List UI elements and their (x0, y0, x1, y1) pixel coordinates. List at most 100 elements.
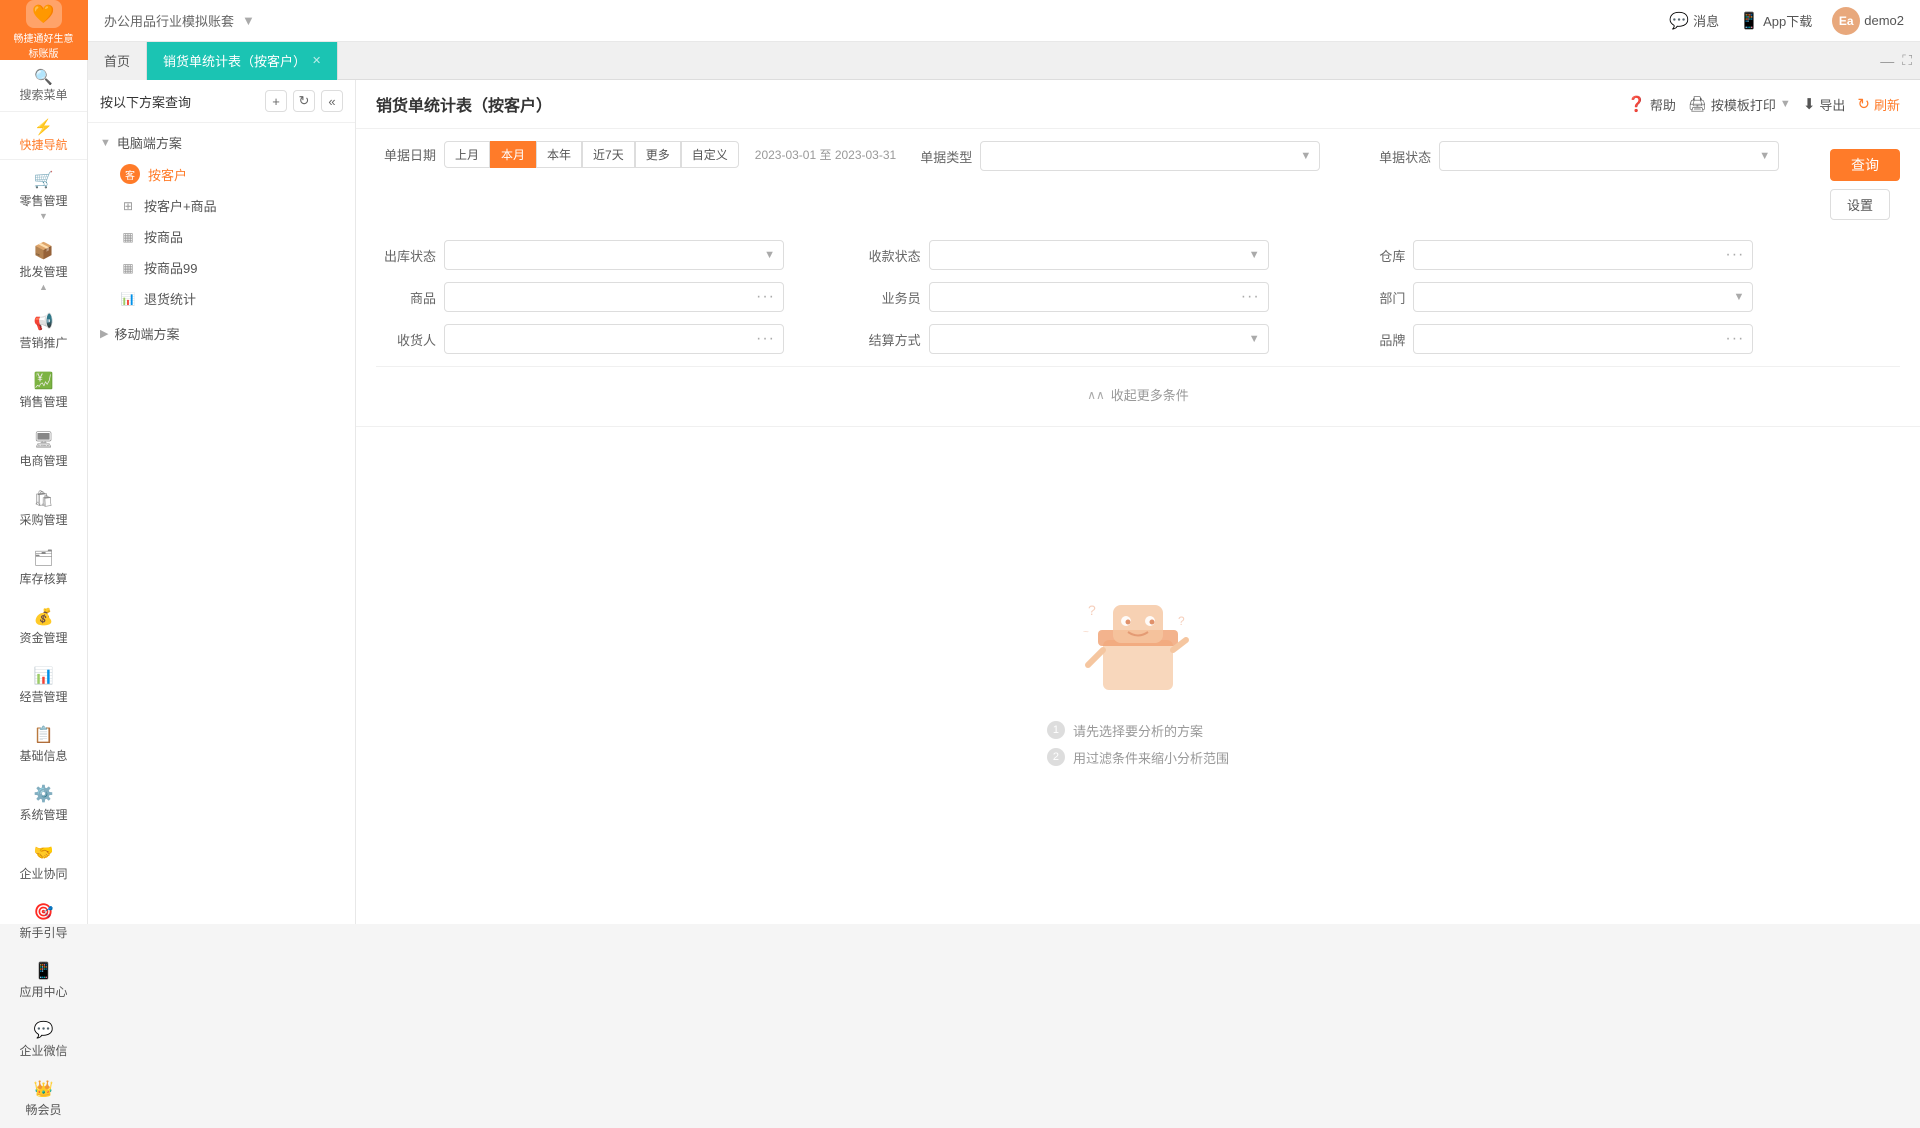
receiver-select[interactable]: ··· (444, 324, 784, 354)
scheme-item-return-stat[interactable]: 📊 退货统计 (88, 283, 355, 314)
sidebar-item-weixin[interactable]: 💬 企业微信 (0, 1010, 87, 1069)
scheme-item-by-customer-label: 按客户 (148, 165, 187, 184)
marketing-icon: 📢 (34, 312, 54, 332)
scheme-table-icon: ▦ (120, 229, 136, 245)
sidebar-item-label-collab: 企业协同 (19, 865, 67, 882)
page-title: 销货单统计表（按客户） (376, 92, 552, 116)
product-select[interactable]: ··· (444, 282, 784, 312)
salesperson-select[interactable]: ··· (929, 282, 1269, 312)
tab-home[interactable]: 首页 (88, 42, 147, 80)
sidebar-item-newbie[interactable]: 🎯 新手引导 (0, 892, 87, 951)
app-download-btn[interactable]: 📱 App下载 (1739, 11, 1812, 31)
tab-close-icon[interactable]: ✕ (312, 54, 321, 67)
tip-num-2: 2 (1047, 748, 1065, 766)
sidebar-item-ecommerce[interactable]: 🖥 电商管理 (0, 420, 87, 479)
add-scheme-btn[interactable]: + (265, 90, 287, 112)
empty-state: ? ? ~ 1 请先选择要分析的方案 2 用过滤条件来缩小分析范围 (356, 427, 1920, 924)
out-status-select[interactable]: ▼ (444, 240, 784, 270)
topbar-dropdown-icon[interactable]: ▼ (242, 13, 255, 28)
export-btn[interactable]: ⬇ 导出 (1803, 95, 1846, 114)
svg-text:~: ~ (1083, 627, 1089, 638)
product-label: 商品 (376, 288, 436, 307)
settings-button[interactable]: 设置 (1830, 189, 1890, 220)
warehouse-select[interactable]: ··· (1413, 240, 1753, 270)
doc-type-select[interactable]: ▼ (980, 141, 1320, 171)
scheme-group-desktop-header[interactable]: ▼ 电脑端方案 (88, 127, 355, 158)
sidebar-item-operations[interactable]: 📊 经营管理 (0, 656, 87, 715)
sidebar-item-retail[interactable]: 🛒 零售管理 ▼ (0, 160, 87, 231)
sidebar-item-marketing[interactable]: 📢 营销推广 (0, 302, 87, 361)
app-subtitle: 标账版 (29, 45, 59, 60)
sidebar-item-finance[interactable]: 💰 资金管理 (0, 597, 87, 656)
sidebar-nav-label: 快捷导航 (0, 136, 87, 153)
salesperson-label: 业务员 (861, 288, 921, 307)
weixin-icon: 💬 (34, 1020, 54, 1040)
query-button[interactable]: 查询 (1830, 149, 1900, 181)
sidebar-item-system[interactable]: ⚙️ 系统管理 (0, 774, 87, 833)
user-menu[interactable]: Ea demo2 (1832, 7, 1904, 35)
collapse-label: 收起更多条件 (1111, 385, 1189, 404)
date-btn-last-month[interactable]: 上月 (444, 141, 490, 168)
sidebar-item-inventory[interactable]: 🗂 库存核算 (0, 538, 87, 597)
finance-icon: 💰 (34, 607, 54, 627)
sidebar-item-label-basicinfo: 基础信息 (19, 747, 67, 764)
sidebar-item-appcenter[interactable]: 📱 应用中心 (0, 951, 87, 1010)
receipt-status-select[interactable]: ▼ (929, 240, 1269, 270)
department-select[interactable]: ▼ (1413, 282, 1753, 312)
tip-text-1: 请先选择要分析的方案 (1073, 721, 1203, 740)
doc-status-select[interactable]: ▼ (1439, 141, 1779, 171)
brand-select[interactable]: ··· (1413, 324, 1753, 354)
date-btn-this-year[interactable]: 本年 (536, 141, 582, 168)
message-btn[interactable]: 💬 消息 (1669, 11, 1719, 31)
tab-sales-stat[interactable]: 销货单统计表（按客户） ✕ (147, 42, 338, 80)
left-panel-actions: + ↻ « (265, 90, 343, 112)
refresh-scheme-btn[interactable]: ↻ (293, 90, 315, 112)
sidebar-search[interactable]: 🔍 搜索菜单 (0, 60, 87, 112)
out-status-label: 出库状态 (376, 246, 436, 265)
inventory-icon: 🗂 (33, 548, 53, 568)
sidebar-item-basicinfo[interactable]: 📋 基础信息 (0, 715, 87, 774)
sidebar-nav[interactable]: ⚡ 快捷导航 (0, 112, 87, 160)
mobile-scheme-label: 移动端方案 (114, 324, 179, 343)
scheme-item-return-stat-label: 退货统计 (144, 289, 196, 308)
template-print-btn[interactable]: 🖨 按模板打印 ▼ (1688, 95, 1791, 114)
query-settings-buttons: 查询 设置 (1830, 141, 1900, 228)
sidebar-search-label: 搜索菜单 (0, 86, 87, 103)
sidebar-item-member[interactable]: 👑 畅会员 (0, 1069, 87, 1128)
date-btn-custom[interactable]: 自定义 (681, 141, 739, 168)
scheme-item-by-customer[interactable]: 客 按客户 (88, 158, 355, 190)
department-label: 部门 (1345, 288, 1405, 307)
add-icon: + (272, 94, 280, 109)
settlement-select[interactable]: ▼ (929, 324, 1269, 354)
sidebar-item-label-operations: 经营管理 (19, 688, 67, 705)
scheme-group-desktop-label: 电脑端方案 (117, 133, 182, 152)
receiver-dots: ··· (756, 330, 775, 348)
scheme-item-by-product[interactable]: ▦ 按商品 (88, 221, 355, 252)
tab-minimize-icon[interactable]: — (1880, 53, 1894, 69)
filter-row-3: 商品 ··· 业务员 ··· 部门 (376, 282, 1900, 312)
scheme-item-by-customer-product-label: 按客户+商品 (144, 196, 217, 215)
left-panel: 按以下方案查询 + ↻ « ▼ 电脑端方案 (88, 80, 356, 924)
print-dropdown-icon: ▼ (1780, 98, 1791, 110)
topbar-title: 办公用品行业模拟账套 (104, 11, 234, 30)
doc-type-label: 单据类型 (912, 147, 972, 166)
sidebar-item-wholesale[interactable]: 📦 批发管理 ▲ (0, 231, 87, 302)
date-btn-7days[interactable]: 近7天 (582, 141, 635, 168)
collapse-more-btn[interactable]: ∧∧ 收起更多条件 (1067, 379, 1209, 410)
help-btn[interactable]: ❓ 帮助 (1627, 95, 1676, 114)
scheme-item-by-product-99[interactable]: ▦ 按商品99 (88, 252, 355, 283)
brand-dots: ··· (1725, 330, 1744, 348)
tab-maximize-icon[interactable]: ⛶ (1902, 52, 1912, 69)
date-btn-more[interactable]: 更多 (635, 141, 681, 168)
user-avatar: Ea (1832, 7, 1860, 35)
scheme-item-by-customer-product[interactable]: ⊞ 按客户+商品 (88, 190, 355, 221)
refresh-btn[interactable]: ↻ 刷新 (1857, 95, 1900, 114)
collapse-panel-btn[interactable]: « (321, 90, 343, 112)
date-btn-this-month[interactable]: 本月 (490, 141, 536, 168)
sidebar-item-collab[interactable]: 🤝 企业协同 (0, 833, 87, 892)
receipt-status-arrow: ▼ (1249, 249, 1260, 261)
system-icon: ⚙️ (34, 784, 54, 804)
mobile-scheme-header[interactable]: ▶ 移动端方案 (88, 318, 355, 349)
sidebar-item-sales[interactable]: 💹 销售管理 (0, 361, 87, 420)
sidebar-item-purchase[interactable]: 🛍 采购管理 (0, 479, 87, 538)
